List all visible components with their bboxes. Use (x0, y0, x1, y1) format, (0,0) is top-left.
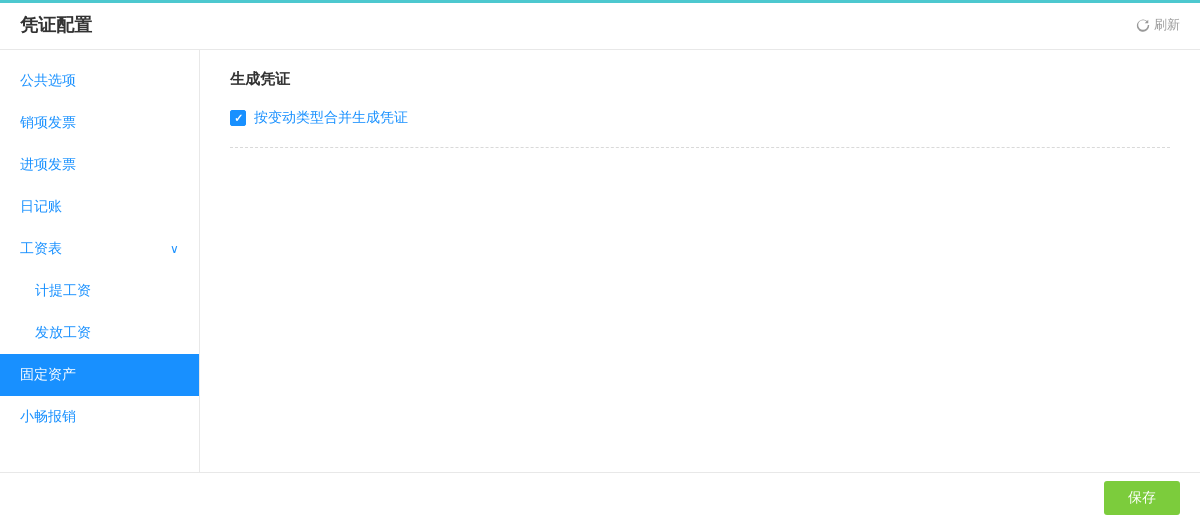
sidebar-item-label: 日记账 (20, 198, 62, 216)
sidebar-item-label: 销项发票 (20, 114, 76, 132)
sidebar-item-journal[interactable]: 日记账 (0, 186, 199, 228)
refresh-icon (1136, 18, 1150, 32)
sidebar-item-label: 进项发票 (20, 156, 76, 174)
merge-by-type-checkbox[interactable] (230, 110, 246, 126)
sidebar-item-label: 小畅报销 (20, 408, 76, 426)
sidebar-item-public-options[interactable]: 公共选项 (0, 60, 199, 102)
sidebar-item-purchase-invoice[interactable]: 进项发票 (0, 144, 199, 186)
refresh-label: 刷新 (1154, 16, 1180, 34)
section-divider (230, 147, 1170, 148)
content-area: 生成凭证 按变动类型合并生成凭证 (200, 50, 1200, 472)
page-title: 凭证配置 (20, 13, 92, 37)
sidebar-item-petty-expense[interactable]: 小畅报销 (0, 396, 199, 438)
footer-bar: 保存 (0, 472, 1200, 522)
chevron-down-icon: ∨ (170, 242, 179, 256)
sidebar-item-pay-salary[interactable]: 发放工资 (0, 312, 199, 354)
sidebar-item-label: 公共选项 (20, 72, 76, 90)
sidebar-item-fixed-assets[interactable]: 固定资产 (0, 354, 199, 396)
sidebar-item-label: 固定资产 (20, 366, 76, 384)
sidebar-item-label: 发放工资 (35, 324, 91, 342)
sidebar-item-payroll-table[interactable]: 工资表 ∨ (0, 228, 199, 270)
save-button[interactable]: 保存 (1104, 481, 1180, 515)
main-layout: 公共选项 销项发票 进项发票 日记账 工资表 ∨ 计提工资 发放工资 固定资产 … (0, 50, 1200, 472)
sidebar-item-label: 工资表 (20, 240, 62, 258)
refresh-button[interactable]: 刷新 (1136, 16, 1180, 34)
page-header: 凭证配置 刷新 (0, 0, 1200, 50)
sidebar-item-sales-invoice[interactable]: 销项发票 (0, 102, 199, 144)
checkbox-row: 按变动类型合并生成凭证 (230, 109, 1170, 127)
sidebar-item-accrual-salary[interactable]: 计提工资 (0, 270, 199, 312)
sidebar: 公共选项 销项发票 进项发票 日记账 工资表 ∨ 计提工资 发放工资 固定资产 … (0, 50, 200, 472)
section-title: 生成凭证 (230, 70, 1170, 89)
sidebar-item-label: 计提工资 (35, 282, 91, 300)
checkbox-label[interactable]: 按变动类型合并生成凭证 (254, 109, 408, 127)
